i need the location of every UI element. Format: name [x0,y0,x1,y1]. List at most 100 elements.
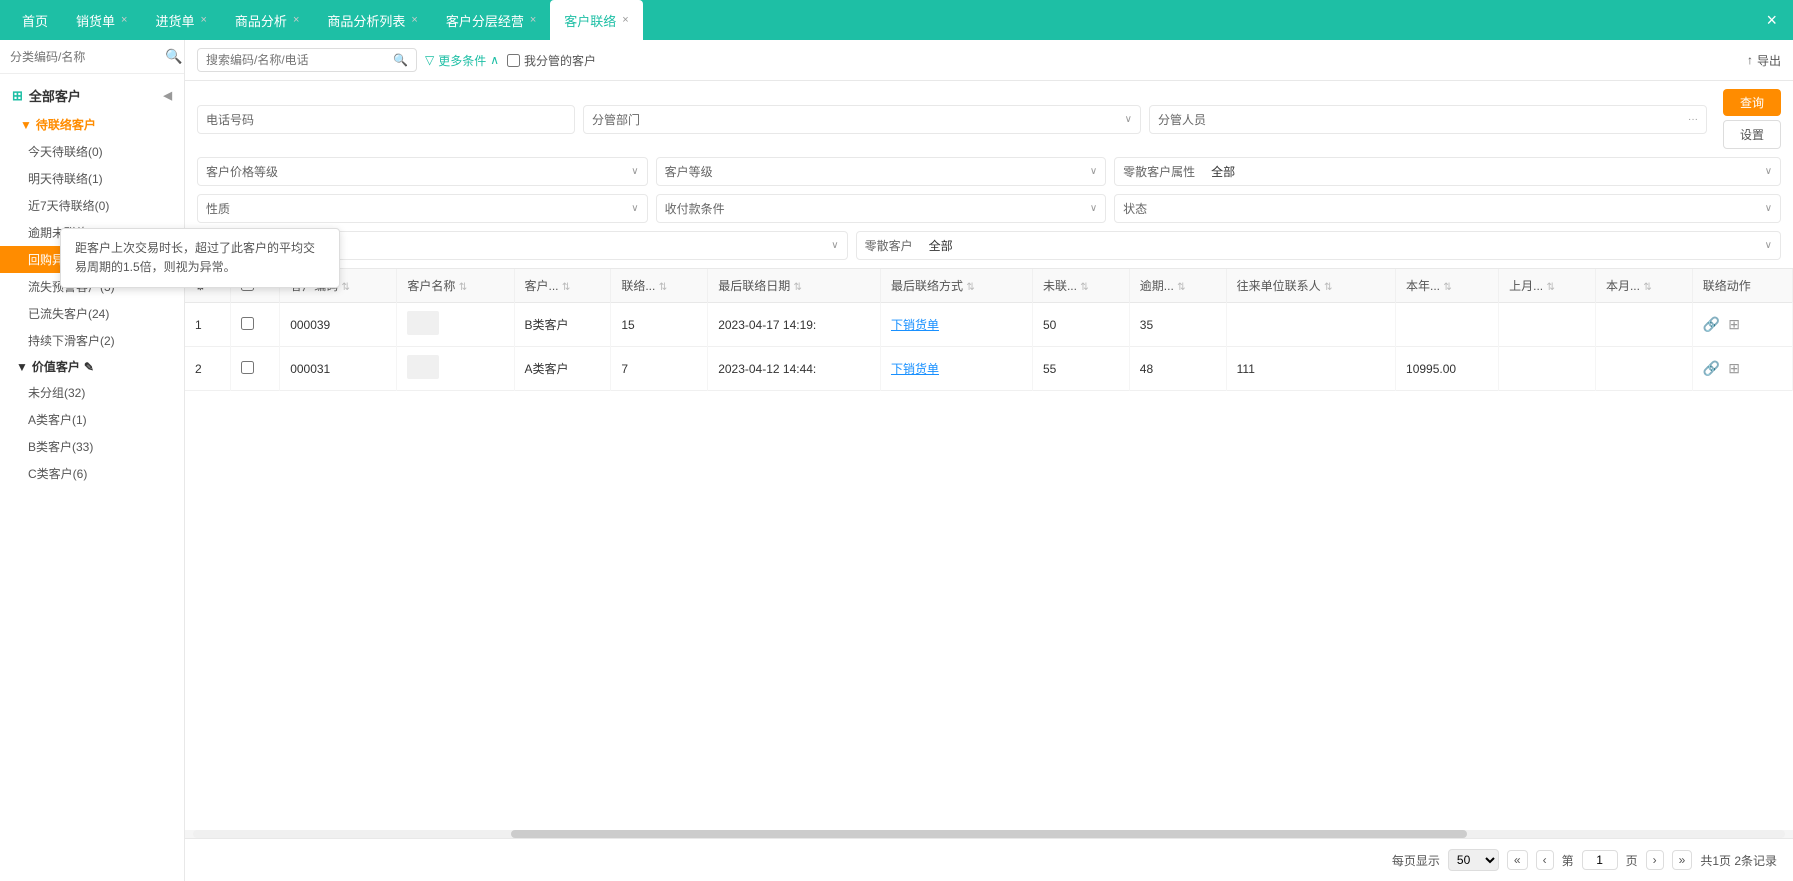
phone-field[interactable]: 电话号码 [197,105,575,134]
col-last-month[interactable]: 上月... ⇅ [1499,269,1596,303]
sidebar-item-7days-pending[interactable]: 近7天待联络(0) [0,192,184,219]
sidebar-item-a-class[interactable]: A类客户(1) [0,406,184,433]
search-input[interactable] [206,53,393,67]
sidebar-search-input[interactable] [10,50,165,64]
close-analysis-tab[interactable]: × [293,14,299,26]
person-field[interactable]: 分管人员 ··· [1149,105,1707,134]
row2-last-method[interactable]: 下销货单 [880,347,1032,391]
row1-grid-icon[interactable]: ⊞ [1728,316,1740,333]
close-analysis-list-tab[interactable]: × [411,14,417,26]
next-page-btn[interactable]: › [1646,850,1664,870]
sidebar-item-tomorrow-pending[interactable]: 明天待联络(1) [0,165,184,192]
col-customer-type[interactable]: 客户... ⇅ [514,269,611,303]
dept-field[interactable]: 分管部门 ∨ [583,105,1141,134]
col-contact-count[interactable]: 联络... ⇅ [611,269,708,303]
more-filter-btn[interactable]: ▽ 更多条件 ∧ [425,52,499,69]
close-purchase-tab[interactable]: × [200,14,206,26]
retail-customer-field[interactable]: 零散客户 全部 ∨ [856,231,1781,260]
settings-button[interactable]: 设置 [1723,120,1781,149]
sidebar-collapse-btn[interactable]: ◀ [164,89,172,102]
row1-uncontacted: 50 [1032,303,1129,347]
col-unit-contact[interactable]: 往来单位联系人 ⇅ [1226,269,1395,303]
row2-overdue: 48 [1129,347,1226,391]
row1-name-image [407,311,439,335]
row2-type: A类客户 [514,347,611,391]
row2-contact-count: 7 [611,347,708,391]
prev-page-btn[interactable]: ‹ [1536,850,1554,870]
content-area: 🔍 ▽ 更多条件 ∧ 我分管的客户 ↑ 导出 电话号码 [185,40,1793,881]
sidebar-all-customers[interactable]: ⊞ 全部客户 ◀ [0,80,184,111]
row1-select-checkbox[interactable] [241,317,254,330]
col-last-contact-method[interactable]: 最后联络方式 ⇅ [880,269,1032,303]
nav-tab-customer-contact[interactable]: 客户联络 × [550,0,642,40]
row2-select-checkbox[interactable] [241,361,254,374]
col-uncontacted[interactable]: 未联... ⇅ [1032,269,1129,303]
sidebar-item-churned[interactable]: 已流失客户(24) [0,300,184,327]
sidebar-item-declining[interactable]: 持续下滑客户(2) [0,327,184,354]
row2-checkbox[interactable] [230,347,279,391]
row2-link-icon[interactable]: 🔗 [1703,360,1720,377]
scrollbar-thumb[interactable] [511,830,1466,838]
retail-customer-arrow-icon: ∨ [1765,240,1772,251]
sidebar-item-unclassified[interactable]: 未分组(32) [0,379,184,406]
row1-link-icon[interactable]: 🔗 [1703,316,1720,333]
per-page-select[interactable]: 50 100 200 [1448,849,1499,871]
search-box[interactable]: 🔍 [197,48,417,72]
value-group-edit-icon[interactable]: ✎ [84,360,94,374]
last-page-btn[interactable]: » [1672,850,1693,870]
window-close-button[interactable]: × [1758,10,1785,31]
retail-attr-field[interactable]: 零散客户属性 全部 ∨ [1114,157,1781,186]
close-customer-contact-tab[interactable]: × [622,14,628,26]
row1-last-method[interactable]: 下销货单 [880,303,1032,347]
row2-uncontacted: 55 [1032,347,1129,391]
export-button[interactable]: ↑ 导出 [1747,52,1781,69]
nav-tab-sales[interactable]: 销货单 × [62,0,141,40]
row1-checkbox[interactable] [230,303,279,347]
first-page-btn[interactable]: « [1507,850,1528,870]
row2-name-image [407,355,439,379]
close-customer-layer-tab[interactable]: × [530,14,536,26]
row2-last-month [1499,347,1596,391]
sidebar-value-group[interactable]: ▼ 价值客户 ✎ [0,354,184,379]
sidebar-item-c-class[interactable]: C类客户(6) [0,460,184,487]
row2-grid-icon[interactable]: ⊞ [1728,360,1740,377]
top-navigation: 首页 销货单 × 进货单 × 商品分析 × 商品分析列表 × 客户分层经营 × … [0,0,1793,40]
row1-name [397,303,514,347]
pending-group-label: 待联络客户 [36,116,96,133]
nav-tab-analysis[interactable]: 商品分析 × [221,0,313,40]
sidebar-pending-group[interactable]: ▼ 待联络客户 [0,111,184,138]
my-customer-checkbox[interactable] [507,54,520,67]
col-overdue[interactable]: 逾期... ⇅ [1129,269,1226,303]
unclassified-label: 未分组(32) [28,386,85,400]
dept-label: 分管部门 [592,111,640,128]
nav-tab-home[interactable]: 首页 [8,0,62,40]
sidebar-search-box[interactable]: 🔍 [0,40,184,74]
page-number-input[interactable] [1582,850,1618,870]
gender-field[interactable]: 性质 ∨ [197,194,648,223]
close-sales-tab[interactable]: × [121,14,127,26]
retail-customer-value: 全部 [929,237,953,254]
col-this-year[interactable]: 本年... ⇅ [1396,269,1499,303]
row1-this-year [1396,303,1499,347]
horizontal-scrollbar[interactable] [193,830,1785,838]
price-grade-field[interactable]: 客户价格等级 ∨ [197,157,648,186]
row1-action-icons: 🔗 ⊞ [1703,316,1782,333]
nav-tab-analysis-list[interactable]: 商品分析列表 × [313,0,431,40]
value-group-arrow-icon: ▼ [16,360,28,374]
payment-field[interactable]: 收付款条件 ∨ [656,194,1107,223]
nav-tab-customer-layer[interactable]: 客户分层经营 × [432,0,550,40]
nav-tab-purchase[interactable]: 进货单 × [141,0,220,40]
filter-row-1: 电话号码 分管部门 ∨ 分管人员 ··· 查询 设置 [197,89,1781,149]
total-label: 共1页 2条记录 [1700,852,1777,869]
col-customer-name[interactable]: 客户名称 ⇅ [397,269,514,303]
price-grade-arrow-icon: ∨ [631,166,638,177]
query-button[interactable]: 查询 [1723,89,1781,116]
sidebar-item-today-pending[interactable]: 今天待联络(0) [0,138,184,165]
col-last-contact-date[interactable]: 最后联络日期 ⇅ [708,269,881,303]
status-field[interactable]: 状态 ∨ [1114,194,1781,223]
col-this-month[interactable]: 本月... ⇅ [1595,269,1692,303]
tomorrow-pending-label: 明天待联络(1) [28,172,103,186]
sidebar-item-b-class[interactable]: B类客户(33) [0,433,184,460]
customer-grade-field[interactable]: 客户等级 ∨ [656,157,1107,186]
gender-arrow-icon: ∨ [631,203,638,214]
